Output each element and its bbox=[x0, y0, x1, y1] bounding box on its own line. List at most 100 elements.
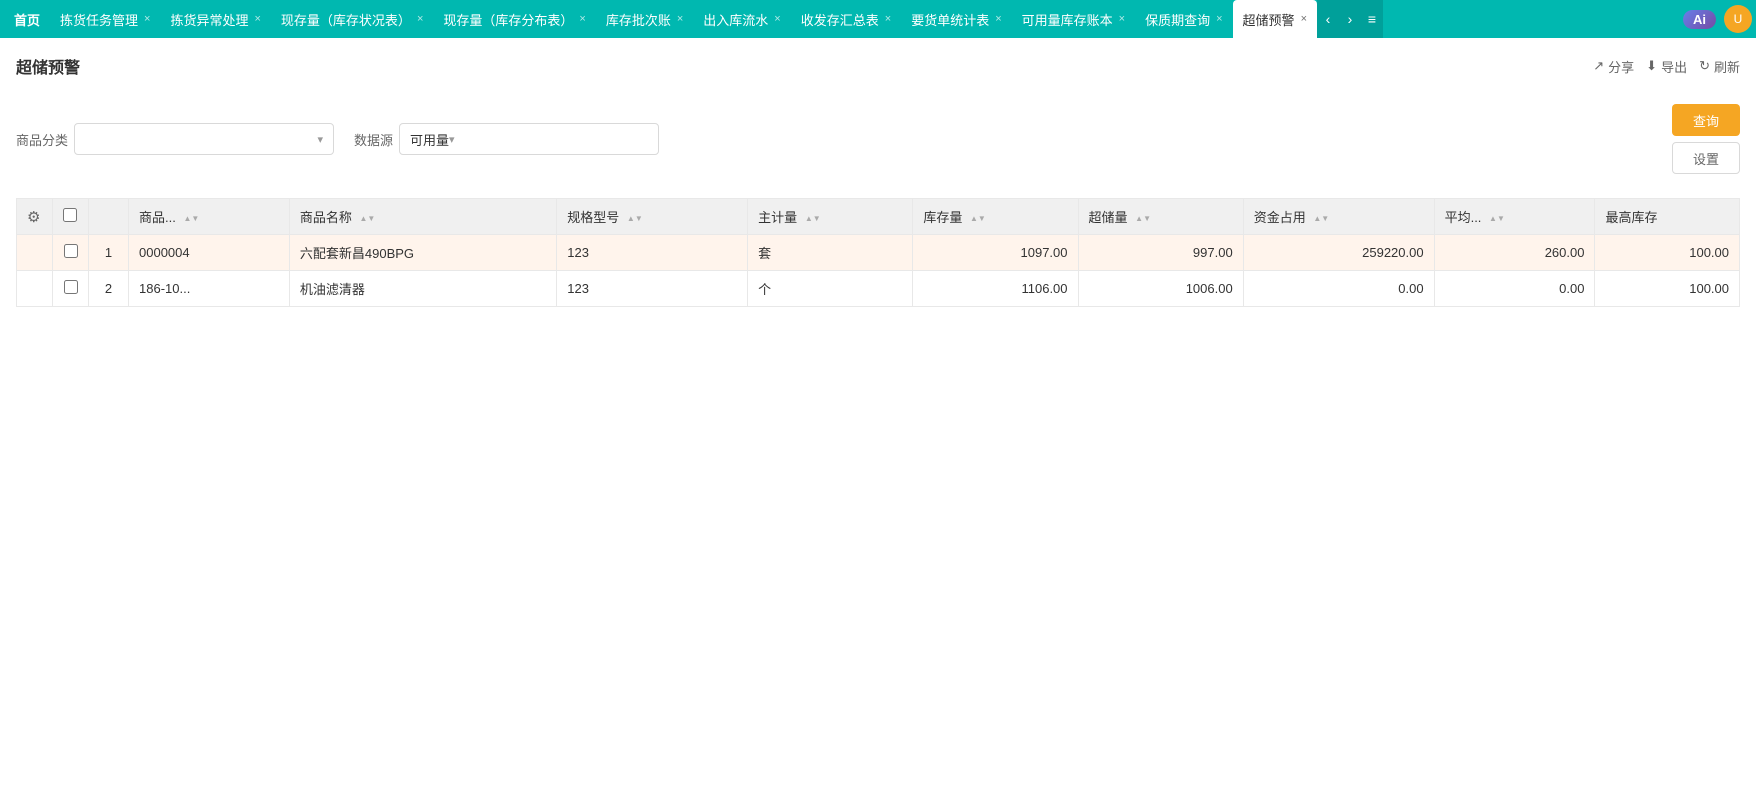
datasource-filter-item: 数据源 可用量 ▾ bbox=[354, 123, 659, 155]
th-overstock[interactable]: 超储量 ▲▼ bbox=[1078, 199, 1243, 235]
sort-icon-overstock: ▲▼ bbox=[1135, 215, 1151, 223]
th-spec[interactable]: 规格型号 ▲▼ bbox=[557, 199, 748, 235]
nav-tab-2[interactable]: 拣货异常处理 × bbox=[160, 0, 270, 38]
datasource-filter-label: 数据源 bbox=[354, 130, 393, 149]
nav-tab-8[interactable]: 要货单统计表 × bbox=[901, 0, 1011, 38]
td-spec-1: 123 bbox=[557, 271, 748, 307]
th-settings[interactable]: ⚙ bbox=[17, 199, 53, 235]
close-tab-1[interactable]: × bbox=[144, 13, 150, 25]
td-unit-0: 套 bbox=[748, 235, 913, 271]
nav-tab-5[interactable]: 库存批次账 × bbox=[596, 0, 693, 38]
close-tab-10[interactable]: × bbox=[1216, 13, 1222, 25]
top-nav: 首页 拣货任务管理 × 拣货异常处理 × 现存量（库存状况表） × 现存量（库存… bbox=[0, 0, 1756, 38]
nav-tab-4[interactable]: 现存量（库存分布表） × bbox=[433, 0, 595, 38]
category-filter-item: 商品分类 ▾ bbox=[16, 123, 334, 155]
close-tab-6[interactable]: × bbox=[774, 13, 780, 25]
nav-tab-6[interactable]: 出入库流水 × bbox=[693, 0, 790, 38]
sort-icon-unit: ▲▼ bbox=[805, 215, 821, 223]
category-chevron-down-icon: ▾ bbox=[317, 133, 323, 146]
category-filter-label: 商品分类 bbox=[16, 130, 68, 149]
query-button[interactable]: 查询 bbox=[1672, 104, 1740, 136]
filter-row: 商品分类 ▾ 数据源 可用量 ▾ 查询 设置 bbox=[16, 94, 1740, 184]
nav-tab-1[interactable]: 拣货任务管理 × bbox=[50, 0, 160, 38]
sort-icon-capital: ▲▼ bbox=[1313, 215, 1329, 223]
table-header-row: ⚙ 商品... ▲▼ 商品名称 ▲▼ 规格型号 ▲▼ bbox=[17, 199, 1740, 235]
table-row: 2 186-10... 机油滤清器 123 个 1106.00 1006.00 … bbox=[17, 271, 1740, 307]
close-tab-7[interactable]: × bbox=[885, 13, 891, 25]
close-tab-4[interactable]: × bbox=[579, 13, 585, 25]
td-product-code-0: 0000004 bbox=[129, 235, 290, 271]
category-select[interactable]: ▾ bbox=[74, 123, 334, 155]
td-avg-0: 260.00 bbox=[1434, 235, 1595, 271]
datasource-select[interactable]: 可用量 ▾ bbox=[399, 123, 659, 155]
th-stock[interactable]: 库存量 ▲▼ bbox=[913, 199, 1078, 235]
td-product-code-1: 186-10... bbox=[129, 271, 290, 307]
action-buttons: 查询 设置 bbox=[1672, 104, 1740, 174]
td-unit-1: 个 bbox=[748, 271, 913, 307]
td-product-name-0: 六配套新昌490BPG bbox=[289, 235, 556, 271]
td-stock-0: 1097.00 bbox=[913, 235, 1078, 271]
td-max-stock-0: 100.00 bbox=[1595, 235, 1740, 271]
nav-tab-7[interactable]: 收发存汇总表 × bbox=[791, 0, 901, 38]
share-button[interactable]: ↗ 分享 bbox=[1593, 57, 1634, 76]
nav-prev-button[interactable]: ‹ bbox=[1317, 0, 1339, 38]
close-tab-11[interactable]: × bbox=[1301, 13, 1307, 25]
nav-next-button[interactable]: › bbox=[1339, 0, 1361, 38]
select-all-checkbox[interactable] bbox=[63, 208, 77, 222]
page-title: 超储预警 bbox=[16, 54, 80, 78]
ai-badge[interactable]: Ai bbox=[1683, 10, 1716, 29]
refresh-button[interactable]: ↻ 刷新 bbox=[1699, 57, 1740, 76]
settings-button[interactable]: 设置 bbox=[1672, 142, 1740, 174]
th-checkbox[interactable] bbox=[53, 199, 89, 235]
close-tab-8[interactable]: × bbox=[995, 13, 1001, 25]
nav-tab-10[interactable]: 保质期查询 × bbox=[1135, 0, 1232, 38]
nav-home[interactable]: 首页 bbox=[4, 0, 50, 38]
nav-more-button[interactable]: ≡ bbox=[1361, 0, 1383, 38]
sort-icon-product-code: ▲▼ bbox=[183, 215, 199, 223]
td-overstock-1: 1006.00 bbox=[1078, 271, 1243, 307]
nav-tab-3[interactable]: 现存量（库存状况表） × bbox=[271, 0, 433, 38]
close-tab-9[interactable]: × bbox=[1119, 13, 1125, 25]
td-rownum-0: 1 bbox=[89, 235, 129, 271]
sort-icon-product-name: ▲▼ bbox=[360, 215, 376, 223]
sort-icon-spec: ▲▼ bbox=[627, 215, 643, 223]
td-rownum-1: 2 bbox=[89, 271, 129, 307]
table-body: 1 0000004 六配套新昌490BPG 123 套 1097.00 997.… bbox=[17, 235, 1740, 307]
td-spec-0: 123 bbox=[557, 235, 748, 271]
refresh-icon: ↻ bbox=[1699, 58, 1710, 74]
th-avg[interactable]: 平均... ▲▼ bbox=[1434, 199, 1595, 235]
td-settings-1 bbox=[17, 271, 53, 307]
header-actions: ↗ 分享 ⬇ 导出 ↻ 刷新 bbox=[1593, 57, 1740, 76]
page-header: 超储预警 ↗ 分享 ⬇ 导出 ↻ 刷新 bbox=[16, 54, 1740, 78]
close-tab-5[interactable]: × bbox=[677, 13, 683, 25]
th-product-code[interactable]: 商品... ▲▼ bbox=[129, 199, 290, 235]
close-tab-2[interactable]: × bbox=[254, 13, 260, 25]
td-capital-1: 0.00 bbox=[1243, 271, 1434, 307]
export-button[interactable]: ⬇ 导出 bbox=[1646, 57, 1687, 76]
th-rownum bbox=[89, 199, 129, 235]
td-capital-0: 259220.00 bbox=[1243, 235, 1434, 271]
nav-tab-9[interactable]: 可用量库存账本 × bbox=[1012, 0, 1135, 38]
td-product-name-1: 机油滤清器 bbox=[289, 271, 556, 307]
column-settings-icon[interactable]: ⚙ bbox=[27, 209, 40, 226]
sort-icon-stock: ▲▼ bbox=[970, 215, 986, 223]
th-max-stock[interactable]: 最高库存 bbox=[1595, 199, 1740, 235]
row-checkbox-0[interactable] bbox=[64, 244, 78, 258]
th-capital[interactable]: 资金占用 ▲▼ bbox=[1243, 199, 1434, 235]
row-checkbox-1[interactable] bbox=[64, 280, 78, 294]
share-icon: ↗ bbox=[1593, 58, 1604, 74]
close-tab-3[interactable]: × bbox=[417, 13, 423, 25]
page-content: 超储预警 ↗ 分享 ⬇ 导出 ↻ 刷新 商品分类 ▾ bbox=[0, 38, 1756, 800]
nav-tab-11[interactable]: 超储预警 × bbox=[1233, 0, 1317, 38]
td-settings-0 bbox=[17, 235, 53, 271]
td-avg-1: 0.00 bbox=[1434, 271, 1595, 307]
sort-icon-avg: ▲▼ bbox=[1489, 215, 1505, 223]
td-max-stock-1: 100.00 bbox=[1595, 271, 1740, 307]
td-checkbox-0[interactable] bbox=[53, 235, 89, 271]
th-product-name[interactable]: 商品名称 ▲▼ bbox=[289, 199, 556, 235]
datasource-value: 可用量 bbox=[410, 130, 449, 149]
td-checkbox-1[interactable] bbox=[53, 271, 89, 307]
user-avatar[interactable]: U bbox=[1724, 5, 1752, 33]
export-icon: ⬇ bbox=[1646, 58, 1657, 74]
th-unit[interactable]: 主计量 ▲▼ bbox=[748, 199, 913, 235]
